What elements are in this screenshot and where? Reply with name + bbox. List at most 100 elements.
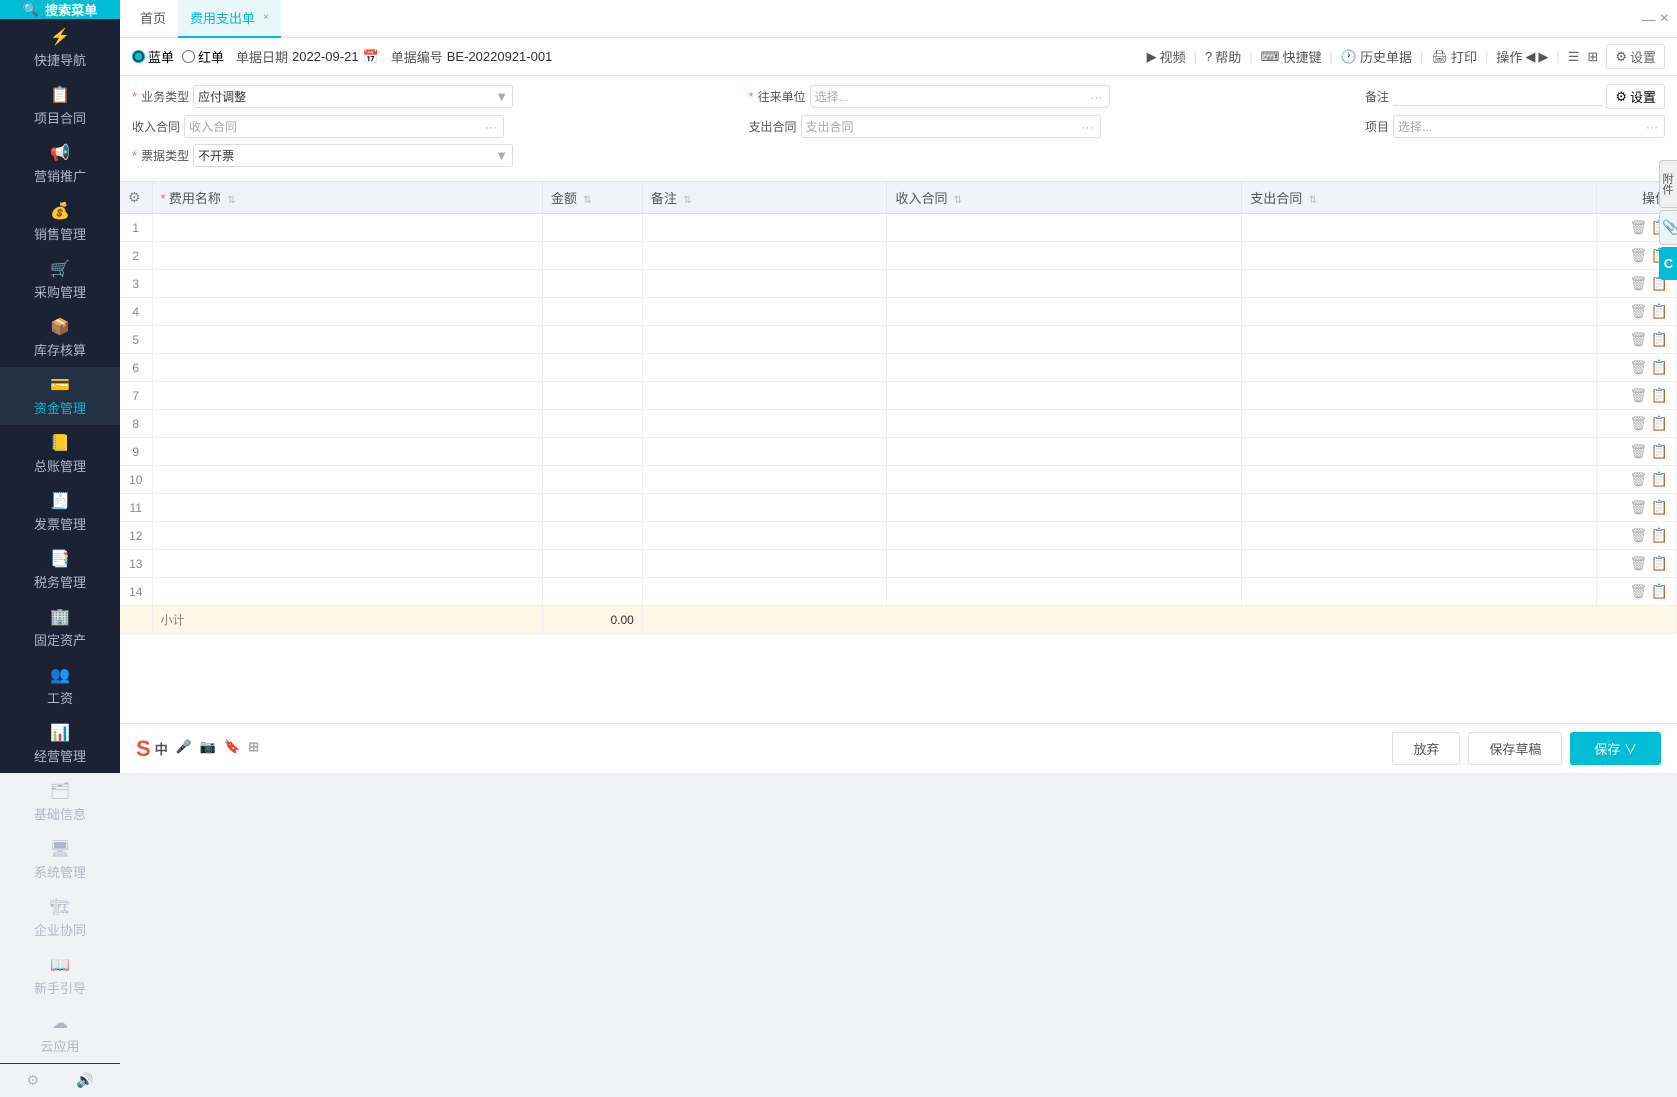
cell-amount-8[interactable] bbox=[542, 410, 642, 438]
cell-expense-name-7[interactable] bbox=[152, 382, 542, 410]
cell-expense-contract-11[interactable] bbox=[1242, 494, 1597, 522]
cell-note-7[interactable] bbox=[642, 382, 887, 410]
copy-row-btn-11[interactable]: 📋 bbox=[1651, 499, 1668, 515]
tab-expense-bill[interactable]: 费用支出单 × bbox=[178, 0, 281, 38]
help-btn[interactable]: ? 帮助 bbox=[1205, 47, 1241, 66]
calendar-icon[interactable]: 📅 bbox=[363, 49, 379, 65]
cell-income-contract-14[interactable] bbox=[887, 578, 1242, 606]
sort-amount[interactable]: ⇅ bbox=[583, 195, 591, 206]
cell-expense-name-6[interactable] bbox=[152, 354, 542, 382]
history-btn[interactable]: 🕐 历史单据 bbox=[1341, 47, 1412, 66]
save-draft-button[interactable]: 保存草稿 bbox=[1468, 732, 1562, 765]
footer-mic-icon[interactable]: 🎤 bbox=[176, 739, 192, 758]
view-toggle-grid-icon[interactable]: ⊞ bbox=[1587, 49, 1598, 65]
copy-row-btn-5[interactable]: 📋 bbox=[1651, 331, 1668, 347]
cell-expense-contract-3[interactable] bbox=[1242, 270, 1597, 298]
cell-expense-contract-10[interactable] bbox=[1242, 466, 1597, 494]
cell-income-contract-11[interactable] bbox=[887, 494, 1242, 522]
cell-income-contract-1[interactable] bbox=[887, 214, 1242, 242]
sidebar-item-fixed-assets[interactable]: 🏢固定资产 bbox=[0, 599, 120, 657]
cell-expense-contract-7[interactable] bbox=[1242, 382, 1597, 410]
delete-row-btn-2[interactable]: 🗑 bbox=[1629, 247, 1647, 263]
cell-expense-contract-9[interactable] bbox=[1242, 438, 1597, 466]
config-icon[interactable]: ⚙ bbox=[128, 189, 141, 205]
attachment-btn[interactable]: 附件 bbox=[1659, 160, 1677, 208]
cell-note-1[interactable] bbox=[642, 214, 887, 242]
income-contract-more-btn[interactable]: ··· bbox=[483, 120, 499, 134]
th-note[interactable]: 备注 ⇅ bbox=[642, 182, 887, 214]
cell-income-contract-7[interactable] bbox=[887, 382, 1242, 410]
cell-expense-contract-1[interactable] bbox=[1242, 214, 1597, 242]
sidebar-item-cloud-apps[interactable]: ☁云应用 bbox=[0, 1005, 120, 1063]
cell-note-3[interactable] bbox=[642, 270, 887, 298]
cell-income-contract-4[interactable] bbox=[887, 298, 1242, 326]
cell-expense-name-3[interactable] bbox=[152, 270, 542, 298]
float-btn-2[interactable]: 📎 bbox=[1659, 210, 1677, 245]
sidebar-item-quick-nav[interactable]: ⚡快捷导航 bbox=[0, 19, 120, 77]
copy-row-btn-8[interactable]: 📋 bbox=[1651, 415, 1668, 431]
shortcut-btn[interactable]: ⌨ 快捷键 bbox=[1261, 47, 1322, 66]
cell-amount-1[interactable] bbox=[542, 214, 642, 242]
tab-close-icon[interactable]: × bbox=[263, 12, 269, 23]
save-button[interactable]: 保存 ∨ bbox=[1570, 732, 1661, 765]
cell-expense-contract-8[interactable] bbox=[1242, 410, 1597, 438]
sidebar-item-payroll[interactable]: 👥工资 bbox=[0, 657, 120, 715]
sidebar-item-invoice-mgmt[interactable]: 🧾发票管理 bbox=[0, 483, 120, 541]
copy-row-btn-9[interactable]: 📋 bbox=[1651, 443, 1668, 459]
cell-amount-10[interactable] bbox=[542, 466, 642, 494]
delete-row-btn-3[interactable]: 🗑 bbox=[1629, 275, 1647, 291]
window-close-icon[interactable]: × bbox=[1660, 10, 1669, 28]
th-expense-name[interactable]: * 费用名称 ⇅ bbox=[152, 182, 542, 214]
cell-expense-name-13[interactable] bbox=[152, 550, 542, 578]
sidebar-item-sys-mgmt[interactable]: 🖥系统管理 bbox=[0, 831, 120, 889]
cell-note-5[interactable] bbox=[642, 326, 887, 354]
footer-cam-icon[interactable]: 📷 bbox=[200, 739, 216, 758]
business-type-select[interactable]: 应付调整 ▼ bbox=[193, 85, 513, 108]
cell-income-contract-10[interactable] bbox=[887, 466, 1242, 494]
copy-row-btn-10[interactable]: 📋 bbox=[1651, 471, 1668, 487]
cell-income-contract-12[interactable] bbox=[887, 522, 1242, 550]
project-more-btn[interactable]: ··· bbox=[1644, 120, 1660, 134]
cell-note-13[interactable] bbox=[642, 550, 887, 578]
sort-note[interactable]: ⇅ bbox=[683, 195, 691, 206]
copy-row-btn-4[interactable]: 📋 bbox=[1651, 303, 1668, 319]
project-select[interactable]: 选择... ··· bbox=[1393, 115, 1665, 138]
cell-expense-contract-6[interactable] bbox=[1242, 354, 1597, 382]
blue-bill-radio[interactable]: 蓝单 bbox=[132, 47, 174, 66]
delete-row-btn-8[interactable]: 🗑 bbox=[1629, 415, 1647, 431]
cell-expense-name-11[interactable] bbox=[152, 494, 542, 522]
invoice-type-select[interactable]: 不开票 ▼ bbox=[193, 144, 513, 167]
delete-row-btn-14[interactable]: 🗑 bbox=[1629, 583, 1647, 599]
remark-input[interactable] bbox=[1393, 87, 1602, 106]
sidebar-item-tax-mgmt[interactable]: 📑税务管理 bbox=[0, 541, 120, 599]
float-btn-green[interactable]: C bbox=[1659, 247, 1677, 280]
cell-amount-11[interactable] bbox=[542, 494, 642, 522]
sidebar-item-capital-mgmt[interactable]: 💳资金管理 bbox=[0, 367, 120, 425]
delete-row-btn-7[interactable]: 🗑 bbox=[1629, 387, 1647, 403]
th-expense-contract[interactable]: 支出合同 ⇅ bbox=[1242, 182, 1597, 214]
cell-expense-name-1[interactable] bbox=[152, 214, 542, 242]
th-income-contract[interactable]: 收入合同 ⇅ bbox=[887, 182, 1242, 214]
cell-expense-name-12[interactable] bbox=[152, 522, 542, 550]
copy-row-btn-13[interactable]: 📋 bbox=[1651, 555, 1668, 571]
income-contract-select[interactable]: 收入合同 ··· bbox=[184, 115, 504, 138]
cell-note-11[interactable] bbox=[642, 494, 887, 522]
th-amount[interactable]: 金额 ⇅ bbox=[542, 182, 642, 214]
cell-expense-name-5[interactable] bbox=[152, 326, 542, 354]
cell-income-contract-6[interactable] bbox=[887, 354, 1242, 382]
cell-amount-12[interactable] bbox=[542, 522, 642, 550]
cell-expense-name-9[interactable] bbox=[152, 438, 542, 466]
video-btn[interactable]: ▶ 视频 bbox=[1147, 47, 1186, 66]
cell-note-6[interactable] bbox=[642, 354, 887, 382]
cell-income-contract-8[interactable] bbox=[887, 410, 1242, 438]
sidebar-item-purchase-mgmt[interactable]: 🛒采购管理 bbox=[0, 251, 120, 309]
window-minimize-icon[interactable]: — bbox=[1642, 11, 1656, 27]
cell-amount-2[interactable] bbox=[542, 242, 642, 270]
copy-row-btn-14[interactable]: 📋 bbox=[1651, 583, 1668, 599]
cell-expense-contract-4[interactable] bbox=[1242, 298, 1597, 326]
counterpart-select[interactable]: 选择... ··· bbox=[810, 85, 1110, 108]
operations-btn[interactable]: 操作 ◀ ▶ bbox=[1496, 47, 1548, 66]
footer-grid-icon[interactable]: ⊞ bbox=[248, 739, 259, 758]
sidebar-item-new-guide[interactable]: 📖新手引导 bbox=[0, 947, 120, 1005]
delete-row-btn-13[interactable]: 🗑 bbox=[1629, 555, 1647, 571]
